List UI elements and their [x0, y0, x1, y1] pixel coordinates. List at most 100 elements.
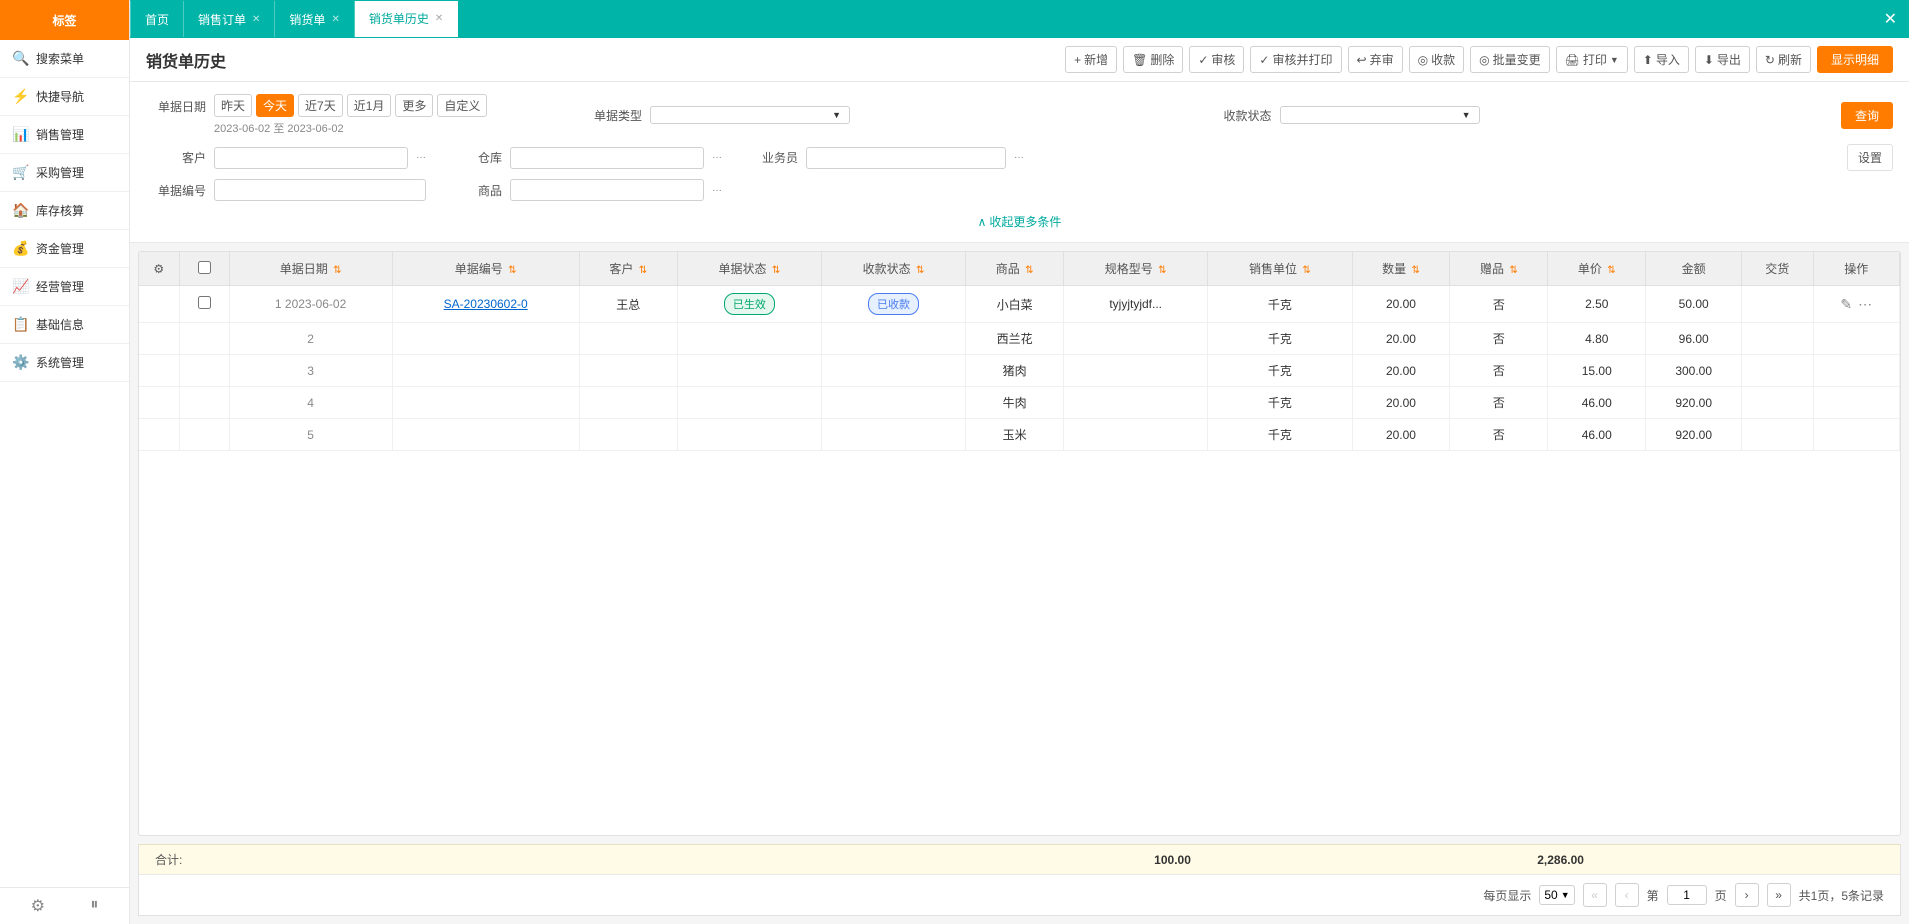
date-more-btn[interactable]: 更多 — [395, 94, 433, 117]
collect-status-sort-icon: ⇅ — [916, 265, 924, 276]
prev-page-btn[interactable]: ‹ — [1615, 883, 1639, 907]
sidebar-settings-icon[interactable]: ⚙ — [31, 896, 45, 916]
date-custom-btn[interactable]: 自定义 — [437, 94, 487, 117]
col-doc-number[interactable]: 单据编号 ⇅ — [392, 252, 579, 286]
sidebar-item-search-menu[interactable]: 🔍 搜索菜单 — [0, 40, 129, 78]
collect-status-select[interactable]: ▼ — [1280, 106, 1480, 124]
doc-number-input[interactable] — [214, 179, 426, 201]
add-button[interactable]: + 新增 — [1065, 46, 1117, 73]
col-gift[interactable]: 赠品 ⇅ — [1450, 252, 1548, 286]
col-quantity[interactable]: 数量 ⇅ — [1352, 252, 1450, 286]
sidebar-logo: 标签 — [0, 0, 129, 40]
print-button[interactable]: 🖨 打印 ▼ — [1556, 46, 1628, 73]
collect-button[interactable]: ◎ 收款 — [1409, 46, 1465, 73]
row-checkbox[interactable] — [198, 296, 211, 309]
customer-filter-label: 客户 — [146, 149, 206, 166]
refresh-button[interactable]: ↻ 刷新 — [1756, 46, 1811, 73]
sidebar-pause-icon[interactable]: ⏸ — [90, 896, 98, 916]
sidebar-item-ops-mgmt[interactable]: 📈 经营管理 — [0, 268, 129, 306]
sidebar-item-inventory[interactable]: 🏠 库存核算 — [0, 192, 129, 230]
tab-sales-goods-close[interactable]: ✕ — [331, 14, 339, 25]
tab-sales-history-close[interactable]: ✕ — [435, 13, 443, 24]
salesperson-input[interactable] — [806, 147, 1006, 169]
sidebar-item-quick-nav[interactable]: ⚡ 快捷导航 — [0, 78, 129, 116]
tab-sales-history[interactable]: 销货单历史 ✕ — [355, 1, 458, 37]
select-all-checkbox[interactable] — [198, 261, 211, 274]
last-page-btn[interactable]: » — [1767, 883, 1791, 907]
collapse-filter-btn[interactable]: ∧ 收起更多条件 — [146, 209, 1893, 234]
date-today-btn[interactable]: 今天 — [256, 94, 294, 117]
gift-sort-icon: ⇅ — [1509, 265, 1517, 276]
goods-dots-btn[interactable]: ··· — [712, 185, 722, 196]
next-page-btn[interactable]: › — [1735, 883, 1759, 907]
row-doc-number-cell[interactable]: SA-20230602-0 — [392, 286, 579, 323]
goods-input[interactable] — [510, 179, 704, 201]
row-checkbox-cell[interactable] — [179, 355, 229, 387]
col-collect-status[interactable]: 收款状态 ⇅ — [821, 252, 965, 286]
per-page-select[interactable]: 50 ▼ — [1539, 885, 1574, 905]
row-checkbox-cell[interactable] — [179, 387, 229, 419]
col-spec-type[interactable]: 规格型号 ⇅ — [1064, 252, 1208, 286]
refresh-icon: ↻ — [1765, 53, 1775, 67]
col-unit-price[interactable]: 单价 ⇅ — [1548, 252, 1646, 286]
delete-icon: 🗑 — [1132, 53, 1147, 67]
page-number-input[interactable] — [1667, 885, 1707, 905]
import-button[interactable]: ⬆ 导入 — [1634, 46, 1689, 73]
sidebar-item-basic-info[interactable]: 📋 基础信息 — [0, 306, 129, 344]
row-action-cell[interactable]: ✎ ⋯ — [1813, 286, 1899, 323]
col-gear[interactable]: ⚙ — [139, 252, 179, 286]
row-checkbox-cell[interactable] — [179, 323, 229, 355]
col-customer[interactable]: 客户 ⇅ — [579, 252, 677, 286]
doc-type-select[interactable]: ▼ — [650, 106, 850, 124]
col-doc-status[interactable]: 单据状态 ⇅ — [677, 252, 821, 286]
row-action-cell[interactable] — [1813, 387, 1899, 419]
col-doc-date[interactable]: 单据日期 ⇅ — [229, 252, 392, 286]
date-1month-btn[interactable]: 近1月 — [347, 94, 392, 117]
row-gift-cell: 否 — [1450, 387, 1548, 419]
row-checkbox-cell[interactable] — [179, 286, 229, 323]
warehouse-input[interactable] — [510, 147, 704, 169]
delete-button[interactable]: 🗑 删除 — [1123, 46, 1183, 73]
col-goods[interactable]: 商品 ⇅ — [966, 252, 1064, 286]
row-action-cell[interactable] — [1813, 323, 1899, 355]
salesperson-dots-btn[interactable]: ··· — [1014, 152, 1024, 163]
export-button[interactable]: ⬇ 导出 — [1695, 46, 1750, 73]
query-button[interactable]: 查询 — [1841, 102, 1893, 129]
batch-change-button[interactable]: ◎ 批量变更 — [1470, 46, 1550, 73]
warehouse-dots-btn[interactable]: ··· — [712, 152, 722, 163]
sidebar-item-sales-mgmt[interactable]: 📊 销售管理 — [0, 116, 129, 154]
settings-button[interactable]: 设置 — [1847, 144, 1893, 171]
col-checkbox[interactable] — [179, 252, 229, 286]
row-checkbox-cell[interactable] — [179, 419, 229, 451]
row-sales-unit-cell: 千克 — [1208, 323, 1352, 355]
tab-home[interactable]: 首页 — [130, 1, 184, 37]
row-action-cell[interactable] — [1813, 419, 1899, 451]
tab-sales-goods[interactable]: 销货单 ✕ — [275, 1, 354, 37]
sidebar-item-finance-mgmt[interactable]: 💰 资金管理 — [0, 230, 129, 268]
table-row: 4牛肉千克20.00否46.00920.00 — [139, 387, 1900, 419]
row-action-cell[interactable] — [1813, 355, 1899, 387]
date-7days-btn[interactable]: 近7天 — [298, 94, 343, 117]
abandon-button[interactable]: ↩ 弃审 — [1348, 46, 1403, 73]
customer-input[interactable] — [214, 147, 408, 169]
edit-action-icon[interactable]: ✎ — [1840, 296, 1852, 313]
first-page-btn[interactable]: « — [1583, 883, 1607, 907]
doc-number-link[interactable]: SA-20230602-0 — [444, 297, 528, 311]
sidebar-item-sys-mgmt[interactable]: ⚙️ 系统管理 — [0, 344, 129, 382]
show-detail-button[interactable]: 显示明细 — [1817, 46, 1893, 73]
date-yesterday-btn[interactable]: 昨天 — [214, 94, 252, 117]
audit-button[interactable]: ✓ 审核 — [1189, 46, 1244, 73]
customer-dots-btn[interactable]: ··· — [416, 152, 426, 163]
more-action-icon[interactable]: ⋯ — [1858, 296, 1872, 313]
tab-sales-order[interactable]: 销售订单 ✕ — [184, 1, 275, 37]
window-close-icon[interactable]: ✕ — [1884, 9, 1909, 29]
footer-values: 100.00 2,286.00 — [202, 853, 1884, 867]
col-amount[interactable]: 金额 — [1646, 252, 1742, 286]
row-spec-type-cell — [1064, 355, 1208, 387]
sidebar-item-purchase-mgmt[interactable]: 🛒 采购管理 — [0, 154, 129, 192]
col-transaction[interactable]: 交货 — [1742, 252, 1813, 286]
tab-sales-order-close[interactable]: ✕ — [252, 14, 260, 25]
audit-print-button[interactable]: ✓ 审核并打印 — [1250, 46, 1341, 73]
row-doc-status-cell — [677, 355, 821, 387]
col-sales-unit[interactable]: 销售单位 ⇅ — [1208, 252, 1352, 286]
